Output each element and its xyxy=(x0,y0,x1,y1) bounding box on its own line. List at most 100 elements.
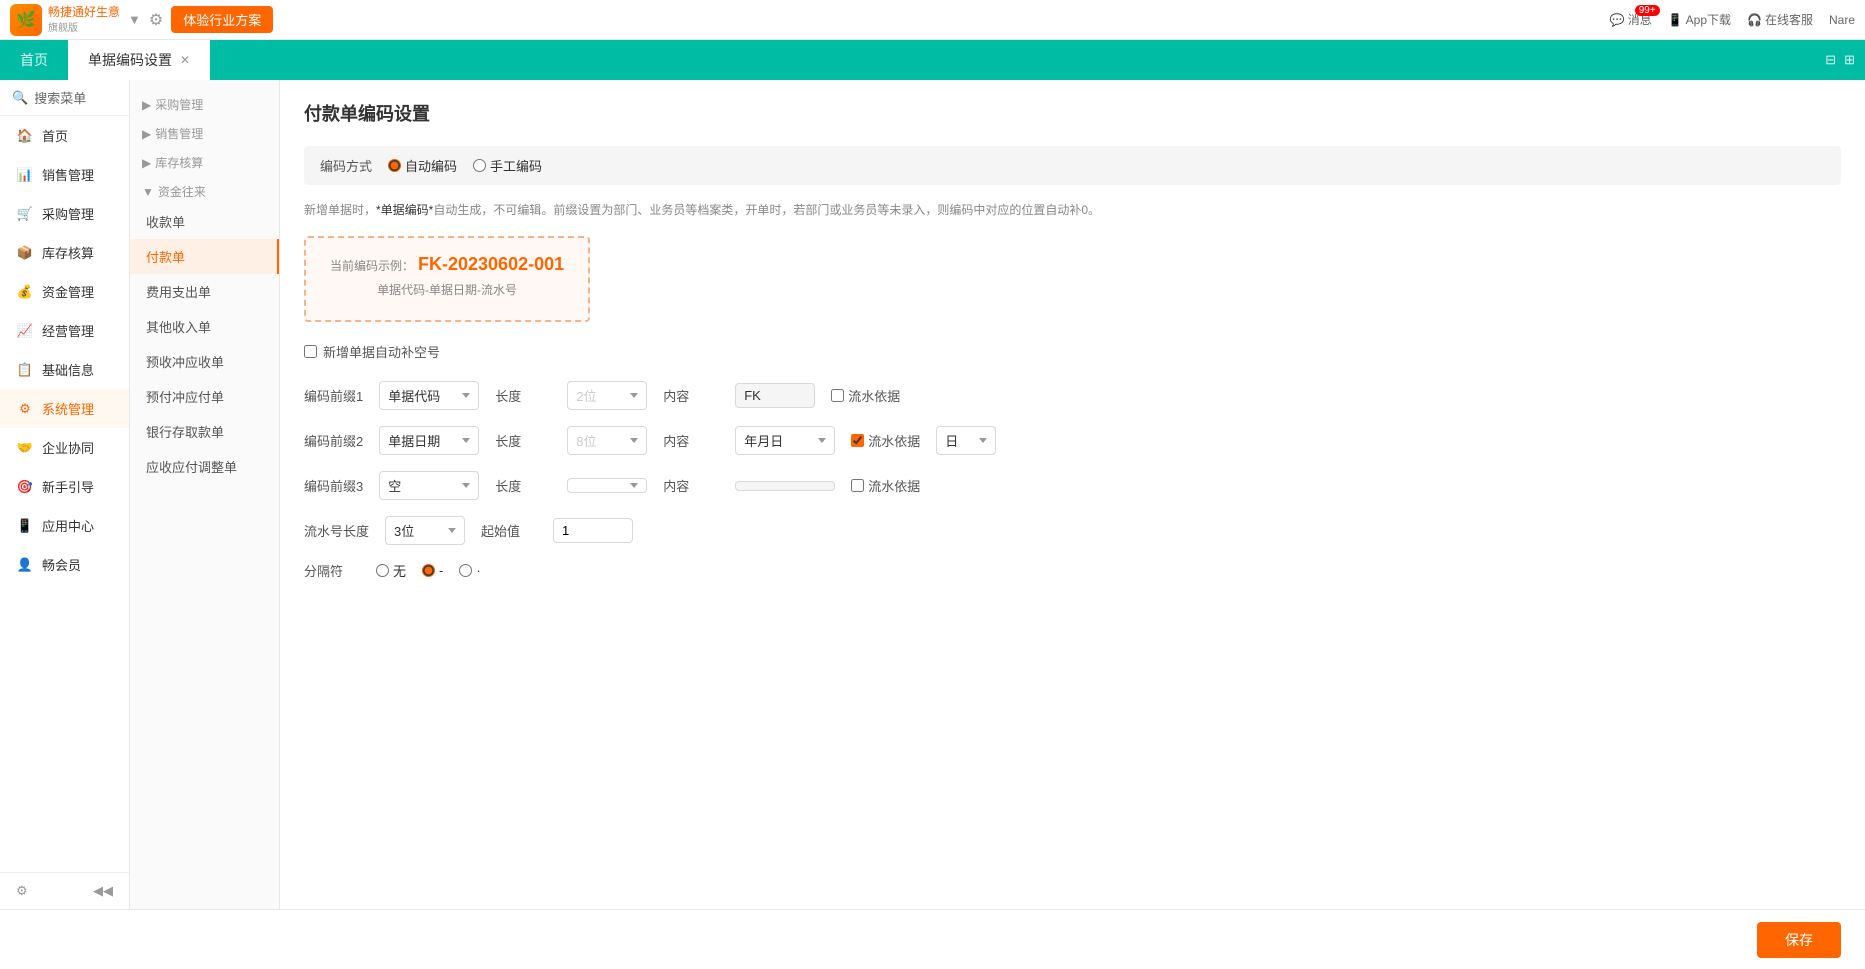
manual-code-radio[interactable] xyxy=(473,159,486,172)
sub-group-inventory[interactable]: ▶ 库存核算 xyxy=(130,146,279,175)
prefix1-select[interactable]: 单据代码 xyxy=(379,381,479,410)
tab-minimize-icon[interactable]: ⊟ xyxy=(1825,52,1836,68)
enterprise-icon: 🤝 xyxy=(16,439,34,457)
sidebar-item-home[interactable]: 🏠 首页 xyxy=(0,116,129,155)
sub-item-advance-offset[interactable]: 预付冲应付单 xyxy=(130,379,279,414)
sidebar-search[interactable]: 🔍 搜索菜单 xyxy=(0,80,129,116)
sidebar-item-sales-label: 销售管理 xyxy=(42,165,94,184)
length2-arrow xyxy=(630,438,638,443)
apps-icon: 📱 xyxy=(16,517,34,535)
header-dropdown-arrow[interactable]: ▼ xyxy=(128,12,141,27)
sep-dot-option[interactable]: - xyxy=(422,563,443,578)
start-value-input[interactable] xyxy=(553,518,633,543)
save-button[interactable]: 保存 xyxy=(1757,922,1841,958)
footer-settings-icon[interactable]: ⚙ xyxy=(16,883,28,899)
sidebar-item-system[interactable]: ⚙ 系统管理 xyxy=(0,389,129,428)
chevron-right-icon: ▶ xyxy=(142,98,151,112)
serial-length-row: 流水号长度 3位 起始值 xyxy=(304,516,1841,545)
tab-home[interactable]: 首页 xyxy=(0,40,68,80)
sub-group-sales[interactable]: ▶ 销售管理 xyxy=(130,117,279,146)
sub-item-ap-ar-adjust[interactable]: 应收应付调整单 xyxy=(130,449,279,484)
sidebar-item-inventory[interactable]: 📦 库存核算 xyxy=(0,233,129,272)
message-badge: 99+ xyxy=(1635,5,1660,16)
content1-label: 内容 xyxy=(663,386,719,405)
content2-label: 内容 xyxy=(663,431,719,450)
serial3-check[interactable]: 流水依据 xyxy=(851,476,920,495)
sub-item-expense-label: 费用支出单 xyxy=(146,282,211,301)
auto-code-option[interactable]: 自动编码 xyxy=(388,156,457,175)
management-icon: 📈 xyxy=(16,322,34,340)
serial1-check[interactable]: 流水依据 xyxy=(831,386,900,405)
sep-none-radio[interactable] xyxy=(376,564,389,577)
sub-group-purchase[interactable]: ▶ 采购管理 xyxy=(130,88,279,117)
sep-dash-option[interactable]: · xyxy=(459,563,480,578)
serial2-checkbox[interactable] xyxy=(851,434,864,447)
content3-label: 内容 xyxy=(663,476,719,495)
manual-code-option[interactable]: 手工编码 xyxy=(473,156,542,175)
sub-item-expense[interactable]: 费用支出单 xyxy=(130,274,279,309)
prefix2-select[interactable]: 单据日期 xyxy=(379,426,479,455)
sub-item-bank[interactable]: 银行存取款单 xyxy=(130,414,279,449)
sidebar-item-capital[interactable]: 💰 资金管理 xyxy=(0,272,129,311)
sub-item-other-income[interactable]: 其他收入单 xyxy=(130,309,279,344)
sales-icon: 📊 xyxy=(16,166,34,184)
sidebar-item-enterprise[interactable]: 🤝 企业协同 xyxy=(0,428,129,467)
sub-item-payment[interactable]: 付款单 xyxy=(130,239,279,274)
length1-select[interactable]: 2位 xyxy=(567,381,647,410)
sep-dot-radio[interactable] xyxy=(422,564,435,577)
tab-code-settings[interactable]: 单据编码设置 ✕ xyxy=(68,40,210,80)
form-row-2: 编码前缀2 单据日期 长度 8位 内容 年月日 流水依据 xyxy=(304,426,1841,455)
code-preview-sub: 单据代码-单据日期-流水号 xyxy=(330,281,564,298)
prefix3-select[interactable]: 空 xyxy=(379,471,479,500)
experience-button[interactable]: 体验行业方案 xyxy=(171,6,273,33)
form-rows: 编码前缀1 单据代码 长度 2位 内容 FK 流水依据 编 xyxy=(304,381,1841,500)
prefix3-value: 空 xyxy=(388,476,401,495)
sidebar-item-purchase-label: 采购管理 xyxy=(42,204,94,223)
content2-select[interactable]: 年月日 xyxy=(735,426,835,455)
sidebar-item-member[interactable]: 👤 畅会员 xyxy=(0,545,129,584)
system-icon: ⚙ xyxy=(16,400,34,418)
length3-select[interactable] xyxy=(567,478,647,493)
form-row-3: 编码前缀3 空 长度 内容 流水依据 xyxy=(304,471,1841,500)
footer-collapse-icon[interactable]: ◀◀ xyxy=(93,883,113,899)
serial1-checkbox[interactable] xyxy=(831,389,844,402)
username-text: Nare xyxy=(1829,13,1855,27)
tab-close-icon[interactable]: ✕ xyxy=(180,53,190,67)
sub-item-ap-ar-adjust-label: 应收应付调整单 xyxy=(146,457,237,476)
sub-group-capital[interactable]: ▼ 资金往来 xyxy=(130,175,279,204)
date-unit-select[interactable]: 日 xyxy=(936,426,996,455)
guide-icon: 🎯 xyxy=(16,478,34,496)
sidebar-item-sales[interactable]: 📊 销售管理 xyxy=(0,155,129,194)
serial3-checkbox[interactable] xyxy=(851,479,864,492)
header-right: 💬 消息 99+ 📱 App下载 🎧 在线客服 Nare xyxy=(1610,11,1855,28)
serial2-check[interactable]: 流水依据 xyxy=(851,431,920,450)
sidebar-item-apps[interactable]: 📱 应用中心 xyxy=(0,506,129,545)
sep-none-option[interactable]: 无 xyxy=(376,561,406,580)
prefix2-label: 编码前缀2 xyxy=(304,431,363,450)
auto-fill-checkbox[interactable] xyxy=(304,345,317,358)
sidebar-item-guide[interactable]: 🎯 新手引导 xyxy=(0,467,129,506)
sub-group-sales-label: 销售管理 xyxy=(155,125,203,142)
serial-length-select[interactable]: 3位 xyxy=(385,516,465,545)
sep-dash-radio[interactable] xyxy=(459,564,472,577)
message-btn[interactable]: 💬 消息 99+ xyxy=(1610,11,1652,28)
serial1-label: 流水依据 xyxy=(848,386,900,405)
online-service-btn[interactable]: 🎧 在线客服 xyxy=(1747,11,1813,28)
prefix1-value: 单据代码 xyxy=(388,386,440,405)
sidebar-item-basic[interactable]: 📋 基础信息 xyxy=(0,350,129,389)
app-download-btn[interactable]: 📱 App下载 xyxy=(1668,11,1731,28)
prefix1-arrow xyxy=(462,393,470,398)
header-left: 🌿 畅捷通好生意 旗舰版 ▼ ⚙ 体验行业方案 xyxy=(10,4,273,36)
length2-select[interactable]: 8位 xyxy=(567,426,647,455)
auto-code-radio[interactable] xyxy=(388,159,401,172)
sidebar-item-system-label: 系统管理 xyxy=(42,399,94,418)
sub-item-prepay-offset[interactable]: 预收冲应收单 xyxy=(130,344,279,379)
sub-item-prepay-offset-label: 预收冲应收单 xyxy=(146,352,224,371)
sidebar-item-management[interactable]: 📈 经营管理 xyxy=(0,311,129,350)
chevron-right-icon-inventory: ▶ xyxy=(142,156,151,170)
settings-icon[interactable]: ⚙ xyxy=(149,10,163,30)
sub-item-receipt[interactable]: 收款单 xyxy=(130,204,279,239)
sidebar-item-purchase[interactable]: 🛒 采购管理 xyxy=(0,194,129,233)
tab-maximize-icon[interactable]: ⊞ xyxy=(1844,52,1855,68)
coding-method-section: 编码方式 自动编码 手工编码 xyxy=(304,146,1841,185)
